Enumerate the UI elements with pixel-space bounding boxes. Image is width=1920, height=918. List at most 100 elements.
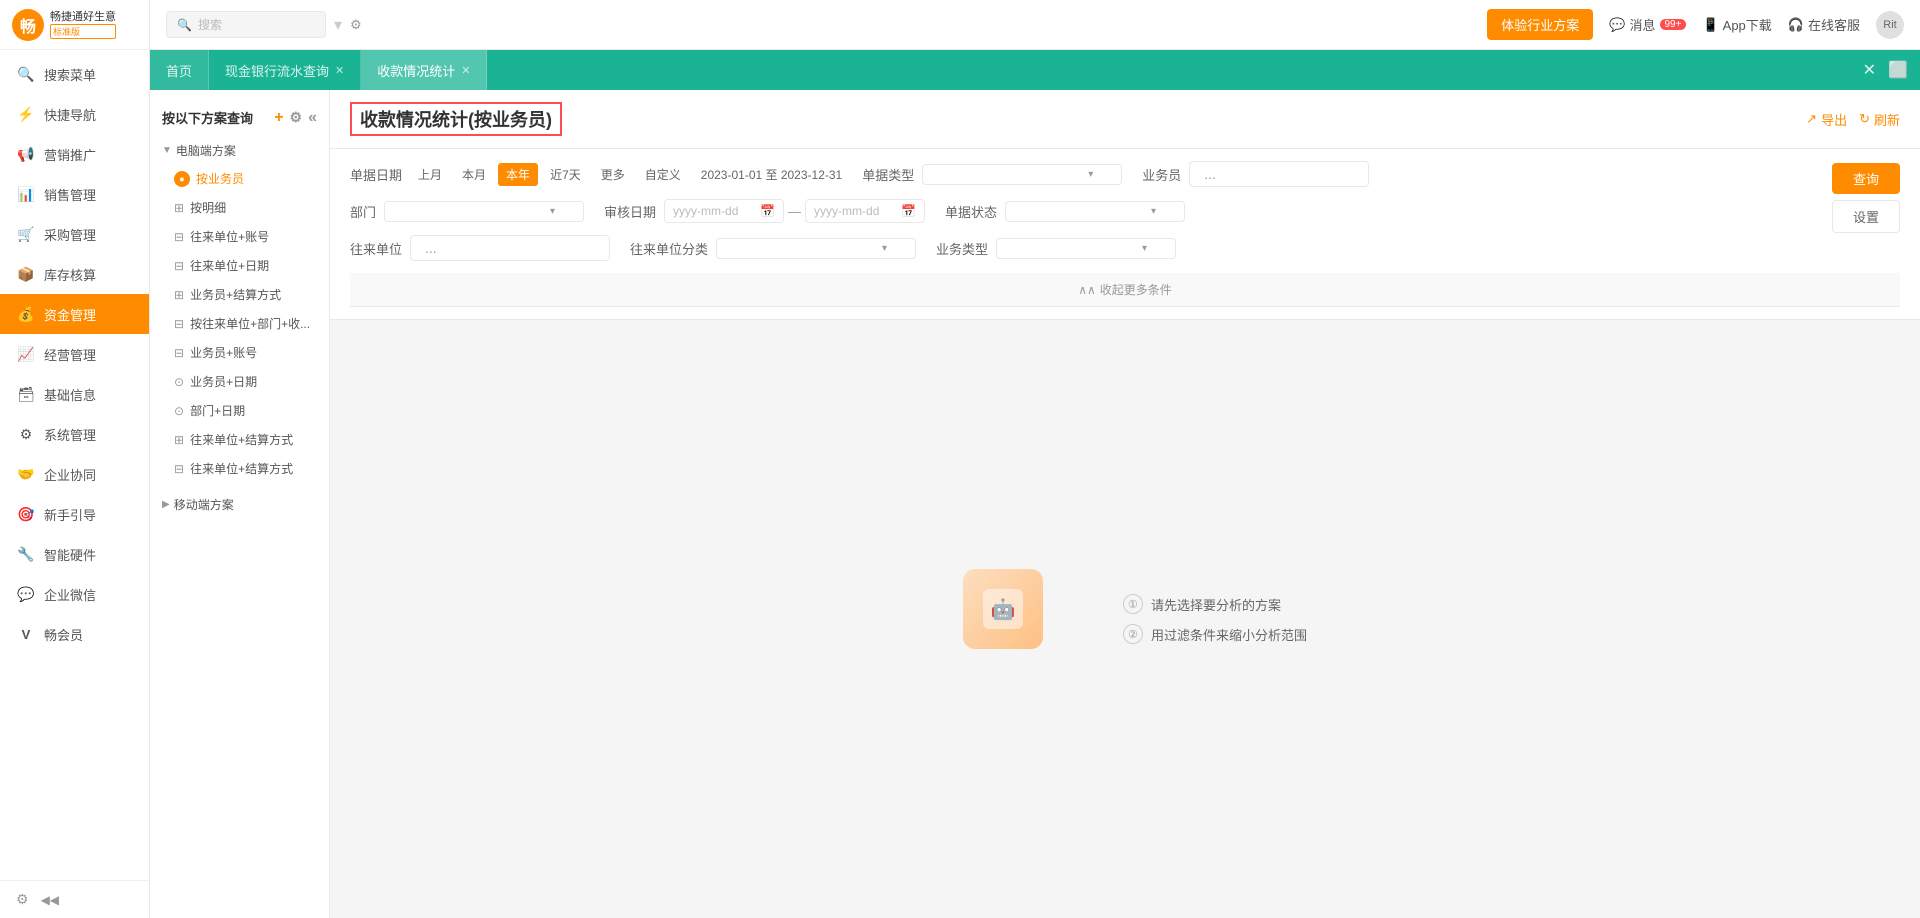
online-service-button[interactable]: 🎧 在线客服	[1788, 15, 1860, 34]
tree-item-unit-settlement2[interactable]: ⊟ 往来单位+结算方式	[150, 454, 329, 483]
sidebar-item-label: 智能硬件	[44, 545, 96, 564]
tab-collection-close[interactable]: ✕	[461, 64, 470, 77]
salesperson-more-icon[interactable]: ...	[1204, 166, 1216, 182]
sidebar-item-search[interactable]: 🔍 搜索菜单	[0, 54, 149, 94]
right-content: 收款情况统计(按业务员) ↗ 导出 ↻ 刷新	[330, 90, 1920, 918]
business-type-select[interactable]: ▾	[996, 238, 1176, 259]
calendar-to-icon: 📅	[901, 204, 916, 218]
sidebar-item-system[interactable]: ⚙ 系统管理	[0, 414, 149, 454]
panel-add-icon[interactable]: +	[274, 109, 283, 127]
sidebar-item-wechat[interactable]: 💬 企业微信	[0, 574, 149, 614]
filter-doctype-item: 单据类型 ▾	[862, 164, 1122, 185]
tab-close-all-icon[interactable]: ✕	[1863, 60, 1876, 80]
app-download-button[interactable]: 📱 App下载	[1702, 15, 1771, 34]
tree-item-salesperson-settlement[interactable]: ⊞ 业务员+结算方式	[150, 280, 329, 309]
tree-item-by-salesperson[interactable]: ● 按业务员	[150, 164, 329, 193]
setting-button[interactable]: 设置	[1832, 200, 1900, 233]
user-name: Rit	[1883, 19, 1896, 31]
operation-icon: 📈	[16, 344, 36, 364]
sidebar-item-hardware[interactable]: 🔧 智能硬件	[0, 534, 149, 574]
collapse-bar[interactable]: ∧∧ 收起更多条件	[350, 273, 1900, 307]
counterpart-category-select[interactable]: ▾	[716, 238, 916, 259]
trial-button[interactable]: 体验行业方案	[1487, 9, 1593, 40]
date-tab-this-year[interactable]: 本年	[498, 163, 538, 186]
tab-collection[interactable]: 收款情况统计 ✕	[361, 50, 487, 90]
refresh-button[interactable]: ↻ 刷新	[1859, 110, 1900, 129]
tab-bank-flow[interactable]: 现金银行流水查询 ✕	[209, 50, 361, 90]
top-header: 🔍 搜索 ▾ ⚙ 体验行业方案 💬 消息 99+ 📱 App下载 🎧 在线客服	[150, 0, 1920, 50]
search-icon: 🔍	[16, 64, 36, 84]
doctype-select[interactable]: ▾	[922, 164, 1122, 185]
sidebar-item-basic[interactable]: 🗃 基础信息	[0, 374, 149, 414]
tree-item-by-detail[interactable]: ⊞ 按明细	[150, 193, 329, 222]
salesperson-select[interactable]: ...	[1189, 161, 1369, 187]
tree-item-dept-date[interactable]: ⊙ 部门+日期	[150, 396, 329, 425]
sidebar: 畅 畅捷通好生意 标准版 🔍 搜索菜单 ⚡ 快捷导航 📢 营销推广 📊 销售管理…	[0, 0, 150, 918]
date-tab-more[interactable]: 更多	[593, 163, 633, 186]
date-tab-last-month[interactable]: 上月	[410, 163, 450, 186]
tree-item-unit-dept-collect[interactable]: ⊟ 按往来单位+部门+收...	[150, 309, 329, 338]
tree-item-icon: ⊟	[174, 259, 184, 273]
sidebar-item-sales[interactable]: 📊 销售管理	[0, 174, 149, 214]
sidebar-item-label: 畅会员	[44, 625, 83, 644]
tree-item-icon: ⊞	[174, 288, 184, 302]
doc-status-label: 单据状态	[945, 202, 997, 221]
header-search[interactable]: 🔍 搜索	[166, 11, 326, 38]
review-date-to-text: yyyy-mm-dd	[814, 204, 879, 218]
counterpart-label: 往来单位	[350, 239, 402, 258]
tab-home-label: 首页	[166, 61, 192, 80]
panel-settings-icon[interactable]: ⚙	[290, 109, 303, 126]
doc-status-select[interactable]: ▾	[1005, 201, 1185, 222]
tree-item-unit-settlement1[interactable]: ⊞ 往来单位+结算方式	[150, 425, 329, 454]
sidebar-item-quick-nav[interactable]: ⚡ 快捷导航	[0, 94, 149, 134]
sidebar-item-inventory[interactable]: 📦 库存核算	[0, 254, 149, 294]
counterpart-select[interactable]: ...	[410, 235, 610, 261]
tree-group-desktop-header[interactable]: ▼ 电脑端方案	[150, 137, 329, 164]
sidebar-item-operation[interactable]: 📈 经营管理	[0, 334, 149, 374]
tree-group-desktop-label: 电脑端方案	[176, 142, 236, 159]
user-avatar[interactable]: Rit	[1876, 11, 1904, 39]
query-button[interactable]: 查询	[1832, 163, 1900, 194]
main-area: 🔍 搜索 ▾ ⚙ 体验行业方案 💬 消息 99+ 📱 App下载 🎧 在线客服	[150, 0, 1920, 918]
sidebar-item-guide[interactable]: 🎯 新手引导	[0, 494, 149, 534]
sidebar-item-finance[interactable]: 💰 资金管理	[0, 294, 149, 334]
settings-footer-icon[interactable]: ⚙	[16, 891, 29, 908]
filter-date-item: 单据日期 上月 本月 本年 近7天 更多 自定义 2023-01-01 至 20…	[350, 163, 842, 186]
sidebar-item-marketing[interactable]: 📢 营销推广	[0, 134, 149, 174]
tree-item-unit-date[interactable]: ⊟ 往来单位+日期	[150, 251, 329, 280]
counterpart-more-icon[interactable]: ...	[425, 240, 437, 256]
dept-chevron-icon: ▾	[550, 206, 555, 217]
tree-item-salesperson-date[interactable]: ⊙ 业务员+日期	[150, 367, 329, 396]
dept-select[interactable]: ▾	[384, 201, 584, 222]
enterprise-icon: 🤝	[16, 464, 36, 484]
review-date-from[interactable]: yyyy-mm-dd 📅	[664, 199, 784, 223]
sidebar-item-member[interactable]: V 畅会员	[0, 614, 149, 654]
header-dropdown-icon[interactable]: ▾	[334, 15, 342, 35]
panel-collapse-icon[interactable]: «	[308, 109, 317, 127]
sidebar-item-purchase[interactable]: 🛒 采购管理	[0, 214, 149, 254]
messages-button[interactable]: 💬 消息 99+	[1609, 15, 1686, 34]
sidebar-item-label: 基础信息	[44, 385, 96, 404]
tree-item-label: 按往来单位+部门+收...	[190, 315, 310, 332]
tab-home[interactable]: 首页	[150, 50, 209, 90]
sidebar-item-label: 企业协同	[44, 465, 96, 484]
tab-maximize-icon[interactable]: ⬜	[1888, 60, 1908, 80]
tree-item-icon: ⊟	[174, 346, 184, 360]
date-tab-custom[interactable]: 自定义	[637, 163, 689, 186]
date-tab-this-month[interactable]: 本月	[454, 163, 494, 186]
sidebar-item-enterprise[interactable]: 🤝 企业协同	[0, 454, 149, 494]
page-title: 收款情况统计(按业务员)	[350, 102, 562, 136]
tab-bank-flow-close[interactable]: ✕	[335, 64, 344, 77]
collapse-sidebar-icon[interactable]: ◀◀	[41, 893, 59, 907]
tree-item-salesperson-account[interactable]: ⊟ 业务员+账号	[150, 338, 329, 367]
tree-group-mobile-header[interactable]: ▶ 移动端方案	[150, 491, 329, 518]
header-gear-icon[interactable]: ⚙	[350, 17, 362, 33]
date-separator: —	[788, 204, 801, 219]
tree-group-desktop: ▼ 电脑端方案 ● 按业务员 ⊞ 按明细 ⊟ 往来单位+账号 ⊟ 往	[150, 133, 329, 487]
export-button[interactable]: ↗ 导出	[1806, 110, 1847, 129]
dept-label: 部门	[350, 202, 376, 221]
tree-item-unit-account[interactable]: ⊟ 往来单位+账号	[150, 222, 329, 251]
date-tab-7days[interactable]: 近7天	[542, 163, 589, 186]
panel-header-label: 按以下方案查询	[162, 108, 253, 127]
review-date-to[interactable]: yyyy-mm-dd 📅	[805, 199, 925, 223]
